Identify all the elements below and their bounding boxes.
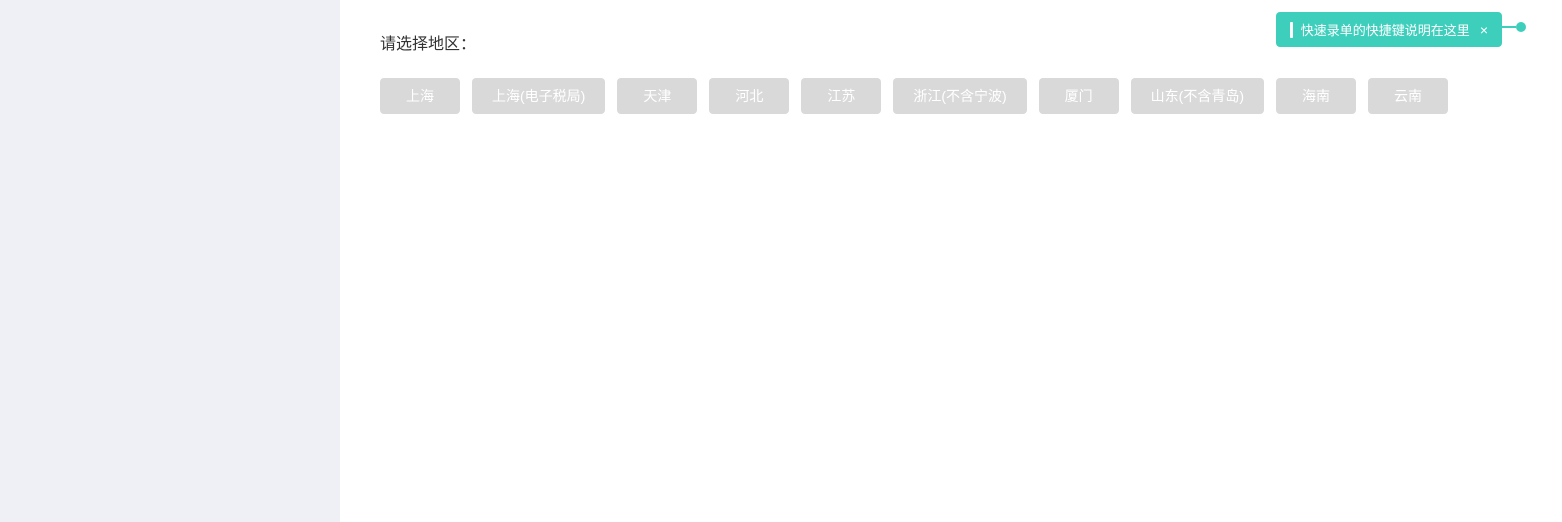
tooltip-banner: 快速录单的快捷键说明在这里 ×	[1276, 12, 1502, 47]
region-grid: 上海上海(电子税局) 天津河北江苏浙江(不含宁波) 厦门山东(不含青岛) 海南云南	[380, 78, 1522, 114]
region-button-hainan[interactable]: 海南	[1276, 78, 1356, 114]
region-button-tianjin[interactable]: 天津	[617, 78, 697, 114]
region-button-yunnan[interactable]: 云南	[1368, 78, 1448, 114]
region-button-shanghai-etax[interactable]: 上海(电子税局)	[472, 78, 605, 114]
left-sidebar	[0, 0, 340, 522]
region-button-zhejiang[interactable]: 浙江(不含宁波)	[893, 78, 1026, 114]
region-button-xiamen[interactable]: 厦门	[1039, 78, 1119, 114]
region-button-jiangsu[interactable]: 江苏	[801, 78, 881, 114]
tooltip-close-button[interactable]: ×	[1480, 23, 1488, 37]
region-button-shanghai[interactable]: 上海	[380, 78, 460, 114]
tooltip-text: 快速录单的快捷键说明在这里	[1301, 20, 1470, 39]
region-button-hebei[interactable]: 河北	[709, 78, 789, 114]
region-button-shandong[interactable]: 山东(不含青岛)	[1131, 78, 1264, 114]
tooltip-dot	[1516, 22, 1526, 32]
main-content: 请选择地区： 上海上海(电子税局)天津河北江苏浙江(不含宁波)厦门山东(不含青岛…	[340, 0, 1562, 522]
